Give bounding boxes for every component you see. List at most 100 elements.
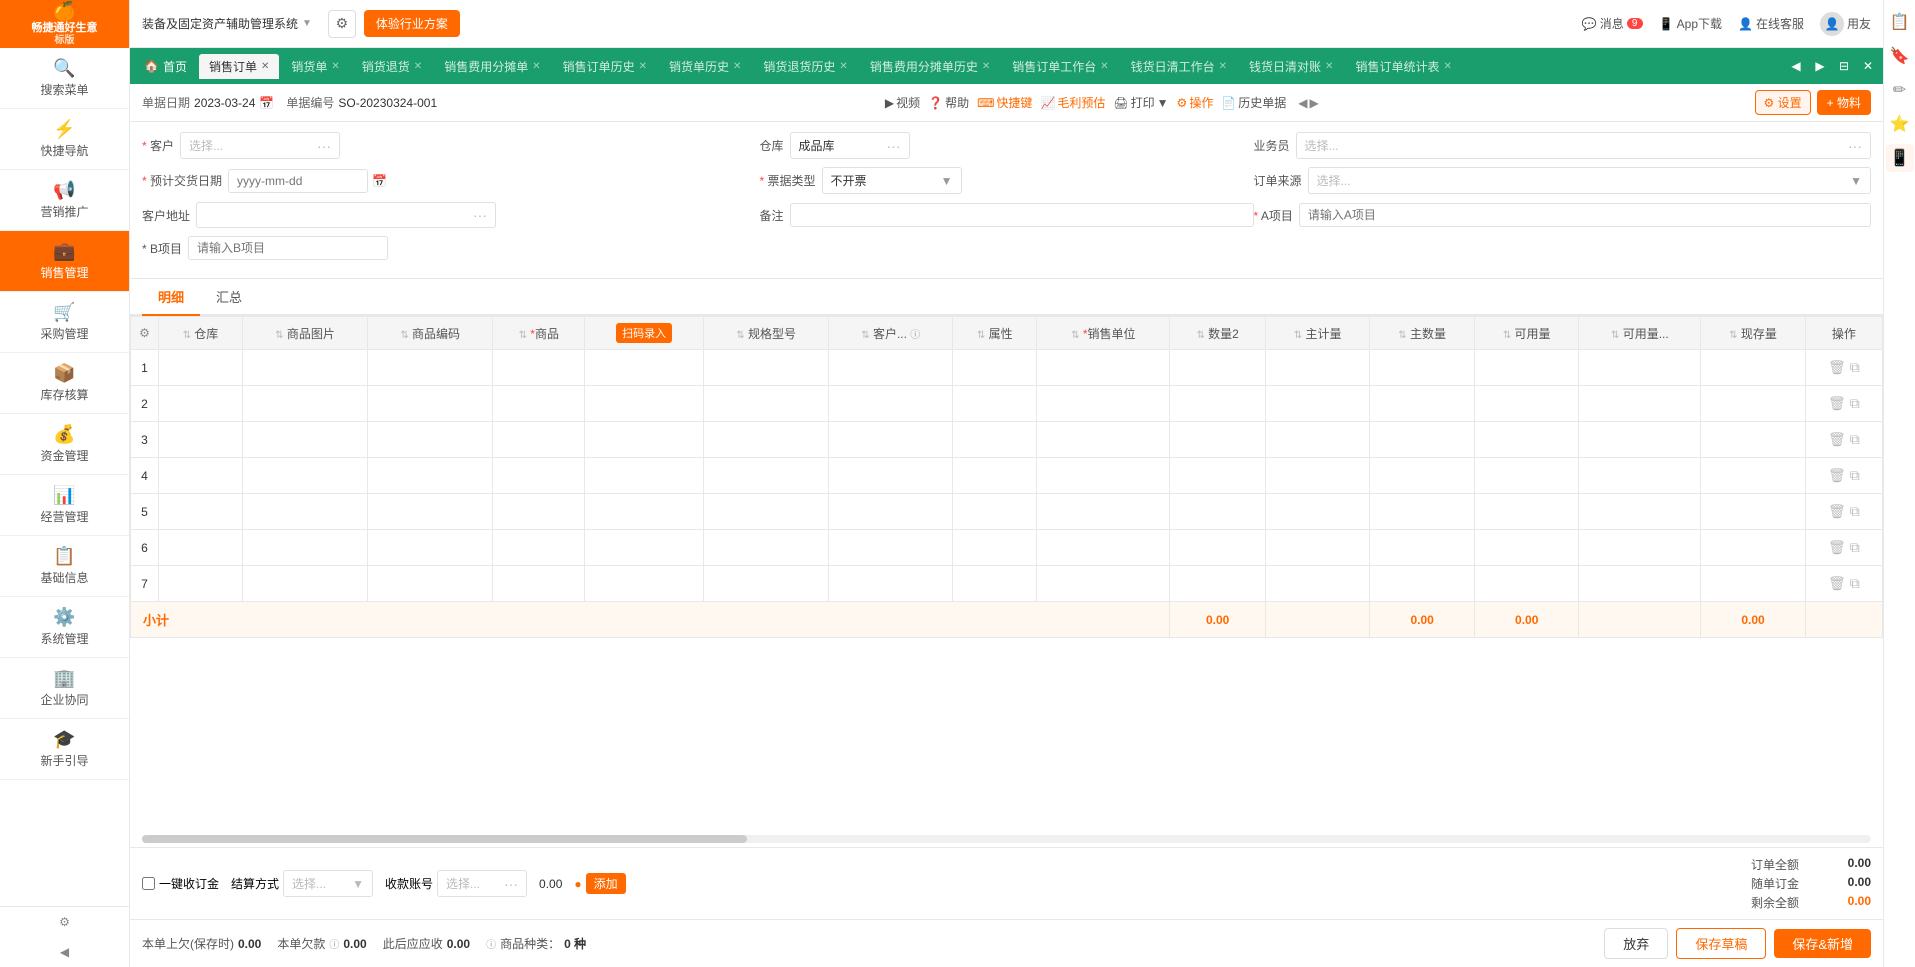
delete-icon[interactable]: 🗑 (1828, 575, 1846, 592)
help-btn[interactable]: ❓ 帮助 (928, 94, 969, 111)
tab-sales-summary[interactable]: 销售订单统计表 ✕ (1345, 54, 1461, 79)
scroll-thumb[interactable] (142, 835, 747, 843)
operation-btn[interactable]: ⚙ 操作 (1177, 94, 1214, 111)
right-notes-icon[interactable]: 📋 (1886, 8, 1914, 36)
tab-detail[interactable]: 明细 (142, 279, 200, 316)
customer-selector[interactable]: 选择... ··· (180, 132, 340, 159)
tab-close-icon[interactable]: ✕ (639, 61, 647, 72)
tab-sales-fee-history[interactable]: 销售费用分摊单历史 ✕ (860, 54, 1000, 79)
history-btn[interactable]: 📄 历史单据 (1221, 94, 1286, 111)
payment-method-selector[interactable]: 选择... ▼ (283, 870, 373, 897)
sidebar-settings-btn[interactable]: ⚙ (0, 907, 129, 937)
col-gear[interactable]: ⚙ (131, 317, 159, 350)
delete-icon[interactable]: 🗑 (1828, 395, 1846, 412)
online-service-button[interactable]: 👤 在线客服 (1738, 15, 1804, 32)
copy-icon[interactable]: ⧉ (1850, 503, 1860, 520)
gear-icon[interactable]: ⚙ (139, 326, 150, 340)
quick-checkout-checkbox[interactable] (142, 877, 155, 890)
delete-icon[interactable]: 🗑 (1828, 467, 1846, 484)
sidebar-item-enterprise[interactable]: 🏢 企业协同 (0, 658, 129, 719)
copy-icon[interactable]: ⧉ (1850, 575, 1860, 592)
video-btn[interactable]: ▶ 视频 (885, 94, 920, 111)
sidebar-item-sales[interactable]: 💼 销售管理 (0, 231, 129, 292)
sidebar-item-system[interactable]: ⚙️ 系统管理 (0, 597, 129, 658)
tab-cash-reconcile[interactable]: 钱货日清对账 ✕ (1239, 54, 1343, 79)
tab-close-icon[interactable]: ✕ (331, 61, 339, 72)
tab-sales-return[interactable]: 销货退货 ✕ (352, 54, 432, 79)
tab-close-icon[interactable]: ✕ (982, 61, 990, 72)
col-scan[interactable]: 扫码录入 (585, 317, 704, 350)
tab-sales-fee[interactable]: 销售费用分摊单 ✕ (434, 54, 550, 79)
tab-close-icon[interactable]: ✕ (839, 61, 847, 72)
right-bookmark-icon[interactable]: 🔖 (1886, 42, 1914, 70)
tab-sales-invoice[interactable]: 销货单 ✕ (281, 54, 349, 79)
tab-close-icon[interactable]: ✕ (261, 61, 269, 72)
delivery-date-input[interactable] (228, 169, 368, 193)
warehouse-selector[interactable]: 成品库 ··· (790, 132, 910, 159)
tab-sales-invoice-history[interactable]: 销货单历史 ✕ (659, 54, 751, 79)
horizontal-scrollbar[interactable] (142, 835, 1871, 843)
right-star-icon[interactable]: ⭐ (1886, 110, 1914, 138)
tab-close-icon[interactable]: ✕ (733, 61, 741, 72)
tab-sales-order[interactable]: 销售订单 ✕ (199, 54, 279, 79)
tab-cash-workbench[interactable]: 钱货日清工作台 ✕ (1121, 54, 1237, 79)
tab-sales-workbench[interactable]: 销售订单工作台 ✕ (1002, 54, 1118, 79)
sidebar-item-operation[interactable]: 📊 经营管理 (0, 475, 129, 536)
tab-close-icon[interactable]: ✕ (414, 61, 422, 72)
sidebar-item-basic[interactable]: 📋 基础信息 (0, 536, 129, 597)
calendar-icon[interactable]: 📅 (259, 96, 274, 110)
account-more-icon[interactable]: ··· (504, 876, 518, 892)
app-download-button[interactable]: 📱 App下载 (1659, 15, 1722, 32)
sidebar-item-finance[interactable]: 💰 资金管理 (0, 414, 129, 475)
tab-list-button[interactable]: ⊟ (1833, 55, 1855, 77)
setting-button[interactable]: ⚙ 设置 (1755, 90, 1811, 115)
copy-icon[interactable]: ⧉ (1850, 431, 1860, 448)
sidebar-item-purchase[interactable]: 🛒 采购管理 (0, 292, 129, 353)
copy-icon[interactable]: ⧉ (1850, 359, 1860, 376)
discard-button[interactable]: 放弃 (1604, 928, 1668, 959)
sidebar-item-newbie[interactable]: 🎓 新手引导 (0, 719, 129, 780)
save-draft-button[interactable]: 保存草稿 (1676, 928, 1766, 959)
remark-input[interactable] (790, 203, 1254, 227)
tab-close-icon[interactable]: ✕ (1100, 61, 1108, 72)
nav-right-icon[interactable]: ▶ (1310, 96, 1319, 110)
sidebar-item-marketing[interactable]: 📢 营销推广 (0, 170, 129, 231)
right-edit-icon[interactable]: ✏ (1886, 76, 1914, 104)
industry-button[interactable]: 体验行业方案 (364, 10, 460, 37)
sidebar-item-quick[interactable]: ⚡ 快捷导航 (0, 109, 129, 170)
tab-next-button[interactable]: ▶ (1809, 55, 1831, 77)
topbar-gear-button[interactable]: ⚙ (328, 10, 356, 38)
shortcut-btn[interactable]: ⌨ 快捷键 (977, 94, 1032, 111)
copy-icon[interactable]: ⧉ (1850, 539, 1860, 556)
salesman-more-icon[interactable]: ··· (1848, 138, 1862, 154)
tab-prev-button[interactable]: ◀ (1785, 55, 1807, 77)
tab-close-icon[interactable]: ✕ (532, 61, 540, 72)
profit-btn[interactable]: 📈 毛利预估 (1040, 94, 1105, 111)
tab-close-all-button[interactable]: ✕ (1857, 55, 1879, 77)
delete-icon[interactable]: 🗑 (1828, 431, 1846, 448)
invoice-type-selector[interactable]: 不开票 ▼ (822, 167, 962, 194)
tab-home[interactable]: 🏠 首页 (134, 54, 197, 79)
tab-close-icon[interactable]: ✕ (1325, 61, 1333, 72)
tab-close-icon[interactable]: ✕ (1443, 61, 1451, 72)
tab-summary[interactable]: 汇总 (200, 279, 258, 316)
salesman-selector[interactable]: 选择... ··· (1296, 132, 1871, 159)
customer-address-selector[interactable]: ··· (196, 202, 496, 228)
tab-sales-order-history[interactable]: 销售订单历史 ✕ (553, 54, 657, 79)
message-button[interactable]: 💬 消息 9 (1582, 15, 1643, 32)
tab-close-icon[interactable]: ✕ (1219, 61, 1227, 72)
b-project-input[interactable] (188, 236, 388, 260)
tab-sales-return-history[interactable]: 销货退货历史 ✕ (753, 54, 857, 79)
delete-icon[interactable]: 🗑 (1828, 539, 1846, 556)
add-product-button[interactable]: + 物料 (1817, 90, 1871, 115)
order-source-selector[interactable]: 选择... ▼ (1308, 167, 1871, 194)
delivery-calendar-icon[interactable]: 📅 (372, 174, 387, 188)
sidebar-collapse-btn[interactable]: ◀ (0, 937, 129, 967)
copy-icon[interactable]: ⧉ (1850, 467, 1860, 484)
save-new-button[interactable]: 保存&新增 (1774, 929, 1871, 958)
delete-icon[interactable]: 🗑 (1828, 359, 1846, 376)
sidebar-item-inventory[interactable]: 📦 库存核算 (0, 353, 129, 414)
right-mobile-icon[interactable]: 📱 (1886, 144, 1914, 172)
warehouse-more-icon[interactable]: ··· (887, 138, 901, 154)
a-project-input[interactable] (1299, 203, 1871, 227)
